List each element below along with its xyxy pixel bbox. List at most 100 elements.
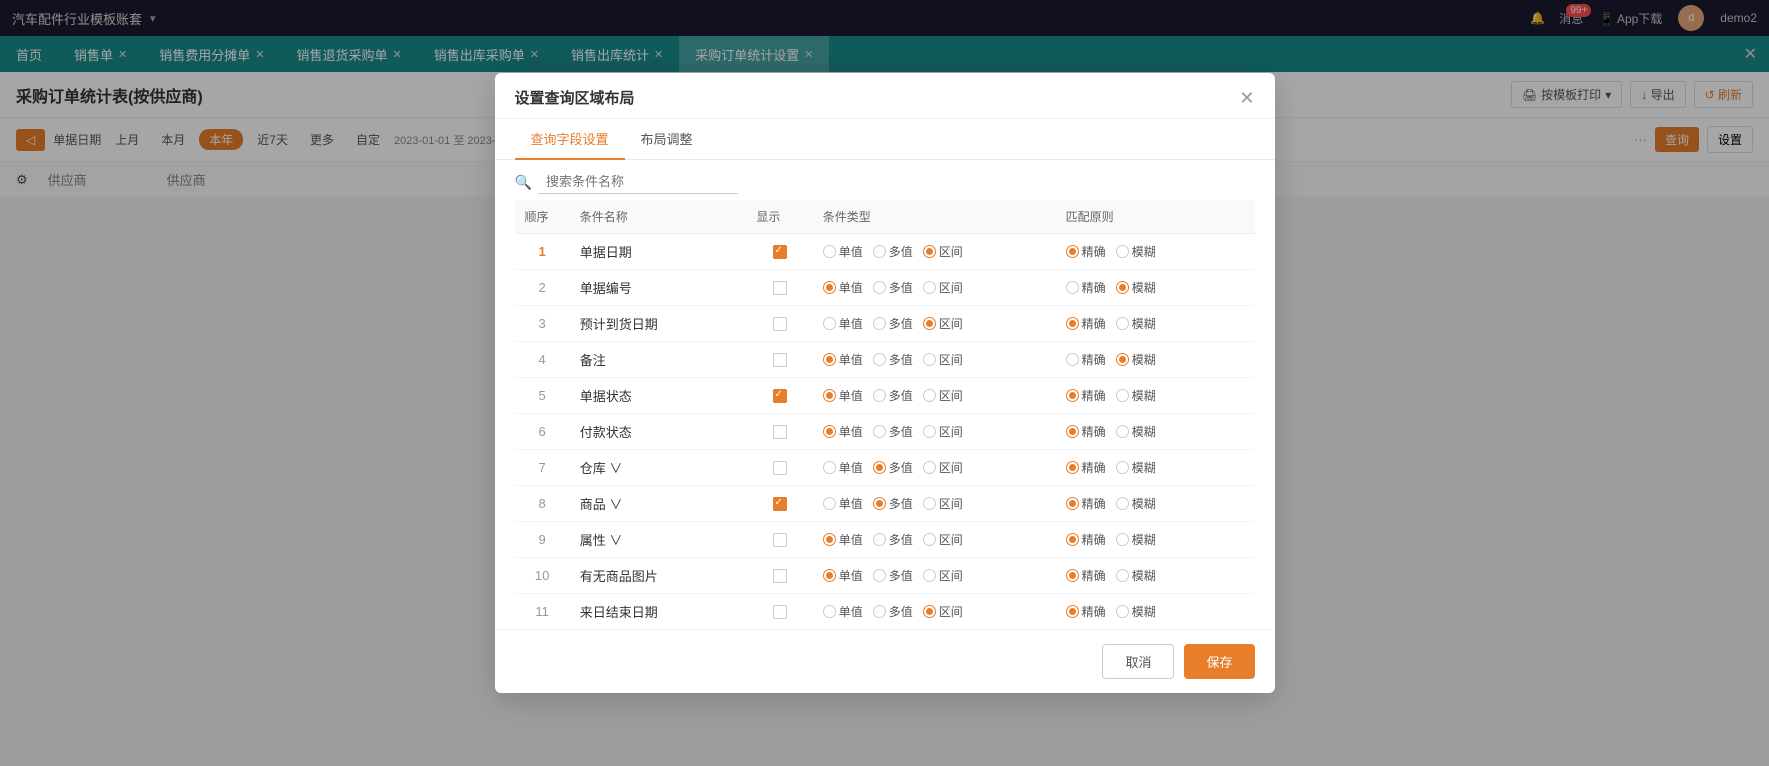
checkbox-1[interactable] xyxy=(773,281,787,295)
radio-type-单值-4[interactable]: 单值 xyxy=(823,387,863,404)
radio-match-精确-1[interactable]: 精确 xyxy=(1066,279,1106,296)
row-display-6[interactable] xyxy=(746,450,812,486)
radio-type-区间-1[interactable]: 区间 xyxy=(923,279,963,296)
radio-match-精确-6[interactable]: 精确 xyxy=(1066,459,1106,476)
radio-type-多值-10[interactable]: 多值 xyxy=(873,603,913,620)
radio-type-多值-9[interactable]: 多值 xyxy=(873,567,913,584)
row-display-3[interactable] xyxy=(746,342,812,378)
radio-type-区间-9[interactable]: 区间 xyxy=(923,567,963,584)
modal-close-button[interactable]: ✕ xyxy=(1239,89,1254,107)
col-header-order: 顺序 xyxy=(515,200,570,234)
radio-match-模糊-9[interactable]: 模糊 xyxy=(1116,567,1156,584)
radio-match-精确-2[interactable]: 精确 xyxy=(1066,315,1106,332)
radio-type-区间-8[interactable]: 区间 xyxy=(923,531,963,548)
row-name-1: 单据编号 xyxy=(570,270,747,306)
checkbox-10[interactable] xyxy=(773,605,787,619)
radio-type-单值-8[interactable]: 单值 xyxy=(823,531,863,548)
row-display-5[interactable] xyxy=(746,414,812,450)
radio-match-模糊-5[interactable]: 模糊 xyxy=(1116,423,1156,440)
modal-header: 设置查询区域布局 ✕ xyxy=(495,73,1275,119)
radio-match-模糊-7[interactable]: 模糊 xyxy=(1116,495,1156,512)
row-type-7: 单值多值区间 xyxy=(813,486,1056,522)
col-header-match: 匹配原则 xyxy=(1056,200,1255,234)
radio-match-精确-5[interactable]: 精确 xyxy=(1066,423,1106,440)
row-display-10[interactable] xyxy=(746,594,812,630)
modal-tabs: 查询字段设置 布局调整 xyxy=(495,119,1275,160)
radio-type-单值-3[interactable]: 单值 xyxy=(823,351,863,368)
radio-match-模糊-4[interactable]: 模糊 xyxy=(1116,387,1156,404)
row-type-9: 单值多值区间 xyxy=(813,558,1056,594)
radio-type-多值-3[interactable]: 多值 xyxy=(873,351,913,368)
radio-type-单值-5[interactable]: 单值 xyxy=(823,423,863,440)
row-name-0: 单据日期 xyxy=(570,234,747,270)
radio-type-多值-0[interactable]: 多值 xyxy=(873,243,913,260)
row-order-5: 6 xyxy=(515,414,570,450)
radio-match-模糊-0[interactable]: 模糊 xyxy=(1116,243,1156,260)
radio-type-区间-5[interactable]: 区间 xyxy=(923,423,963,440)
row-order-3: 4 xyxy=(515,342,570,378)
row-display-7[interactable] xyxy=(746,486,812,522)
tab-layout-adjust[interactable]: 布局调整 xyxy=(625,119,709,160)
radio-type-区间-2[interactable]: 区间 xyxy=(923,315,963,332)
radio-type-多值-2[interactable]: 多值 xyxy=(873,315,913,332)
checkbox-7[interactable] xyxy=(773,497,787,511)
row-type-1: 单值多值区间 xyxy=(813,270,1056,306)
checkbox-9[interactable] xyxy=(773,569,787,583)
row-display-1[interactable] xyxy=(746,270,812,306)
checkbox-0[interactable] xyxy=(773,245,787,259)
radio-type-单值-6[interactable]: 单值 xyxy=(823,459,863,476)
radio-type-单值-1[interactable]: 单值 xyxy=(823,279,863,296)
tab-query-fields[interactable]: 查询字段设置 xyxy=(515,119,625,160)
checkbox-8[interactable] xyxy=(773,533,787,547)
radio-match-精确-10[interactable]: 精确 xyxy=(1066,603,1106,620)
row-display-8[interactable] xyxy=(746,522,812,558)
radio-match-模糊-3[interactable]: 模糊 xyxy=(1116,351,1156,368)
radio-type-区间-6[interactable]: 区间 xyxy=(923,459,963,476)
checkbox-5[interactable] xyxy=(773,425,787,439)
checkbox-6[interactable] xyxy=(773,461,787,475)
row-display-2[interactable] xyxy=(746,306,812,342)
radio-type-多值-5[interactable]: 多值 xyxy=(873,423,913,440)
radio-type-单值-10[interactable]: 单值 xyxy=(823,603,863,620)
radio-type-区间-4[interactable]: 区间 xyxy=(923,387,963,404)
row-type-0: 单值多值区间 xyxy=(813,234,1056,270)
radio-match-模糊-10[interactable]: 模糊 xyxy=(1116,603,1156,620)
checkbox-4[interactable] xyxy=(773,389,787,403)
search-input[interactable] xyxy=(538,170,738,194)
radio-type-单值-7[interactable]: 单值 xyxy=(823,495,863,512)
checkbox-3[interactable] xyxy=(773,353,787,367)
row-order-8: 9 xyxy=(515,522,570,558)
row-type-2: 单值多值区间 xyxy=(813,306,1056,342)
radio-match-精确-7[interactable]: 精确 xyxy=(1066,495,1106,512)
radio-type-单值-0[interactable]: 单值 xyxy=(823,243,863,260)
table-row: 11来日结束日期单值多值区间精确模糊 xyxy=(515,594,1255,630)
radio-type-区间-7[interactable]: 区间 xyxy=(923,495,963,512)
radio-match-精确-8[interactable]: 精确 xyxy=(1066,531,1106,548)
radio-match-精确-0[interactable]: 精确 xyxy=(1066,243,1106,260)
save-button[interactable]: 保存 xyxy=(1184,644,1254,679)
radio-type-多值-8[interactable]: 多值 xyxy=(873,531,913,548)
radio-type-多值-6[interactable]: 多值 xyxy=(873,459,913,476)
radio-type-多值-7[interactable]: 多值 xyxy=(873,495,913,512)
radio-type-区间-3[interactable]: 区间 xyxy=(923,351,963,368)
radio-match-模糊-2[interactable]: 模糊 xyxy=(1116,315,1156,332)
radio-match-模糊-1[interactable]: 模糊 xyxy=(1116,279,1156,296)
radio-type-多值-1[interactable]: 多值 xyxy=(873,279,913,296)
radio-match-精确-4[interactable]: 精确 xyxy=(1066,387,1106,404)
checkbox-2[interactable] xyxy=(773,317,787,331)
radio-type-区间-10[interactable]: 区间 xyxy=(923,603,963,620)
radio-match-模糊-8[interactable]: 模糊 xyxy=(1116,531,1156,548)
table-row: 2单据编号单值多值区间精确模糊 xyxy=(515,270,1255,306)
cancel-button[interactable]: 取消 xyxy=(1102,644,1174,679)
radio-type-单值-9[interactable]: 单值 xyxy=(823,567,863,584)
row-display-0[interactable] xyxy=(746,234,812,270)
radio-match-精确-3[interactable]: 精确 xyxy=(1066,351,1106,368)
radio-match-精确-9[interactable]: 精确 xyxy=(1066,567,1106,584)
radio-match-模糊-6[interactable]: 模糊 xyxy=(1116,459,1156,476)
radio-type-区间-0[interactable]: 区间 xyxy=(923,243,963,260)
row-display-9[interactable] xyxy=(746,558,812,594)
row-display-4[interactable] xyxy=(746,378,812,414)
radio-type-多值-4[interactable]: 多值 xyxy=(873,387,913,404)
radio-type-单值-2[interactable]: 单值 xyxy=(823,315,863,332)
table-row: 6付款状态单值多值区间精确模糊 xyxy=(515,414,1255,450)
